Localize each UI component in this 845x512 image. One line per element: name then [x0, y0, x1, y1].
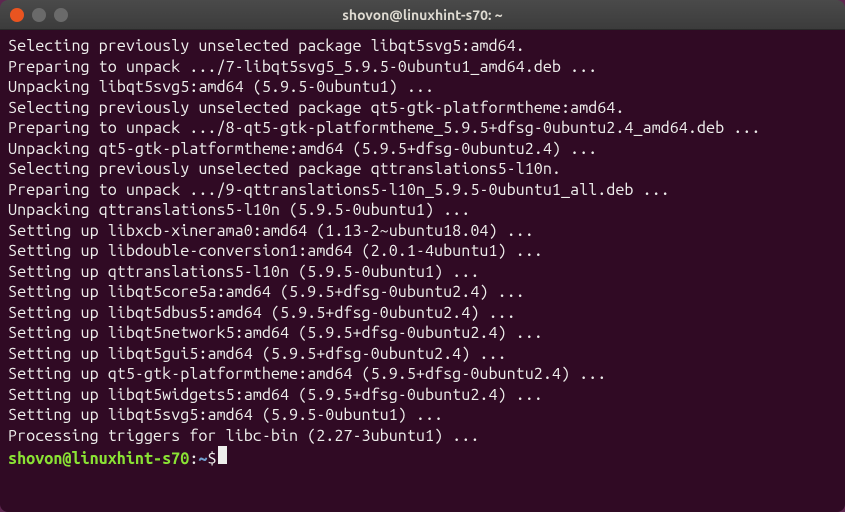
terminal-line: Selecting previously unselected package … [8, 159, 837, 180]
terminal-line: Setting up qttranslations5-l10n (5.9.5-0… [8, 262, 837, 283]
window-title: shovon@linuxhint-s70: ~ [0, 7, 845, 23]
terminal-line: Unpacking libqt5svg5:amd64 (5.9.5-0ubunt… [8, 77, 837, 98]
minimize-button[interactable] [32, 8, 46, 22]
terminal-line: Setting up libqt5gui5:amd64 (5.9.5+dfsg-… [8, 344, 837, 365]
prompt-end: $ [207, 449, 216, 470]
terminal-line: Setting up libqt5core5a:amd64 (5.9.5+dfs… [8, 282, 837, 303]
terminal-line: Preparing to unpack .../9-qttranslations… [8, 180, 837, 201]
terminal-line: Selecting previously unselected package … [8, 98, 837, 119]
window-controls [0, 8, 68, 22]
terminal-line: Setting up libqt5dbus5:amd64 (5.9.5+dfsg… [8, 303, 837, 324]
terminal-line: Setting up libxcb-xinerama0:amd64 (1.13-… [8, 221, 837, 242]
terminal-window: shovon@linuxhint-s70: ~ Selecting previo… [0, 0, 845, 512]
terminal-line: Unpacking qt5-gtk-platformtheme:amd64 (5… [8, 139, 837, 160]
cursor-icon [218, 446, 227, 464]
titlebar: shovon@linuxhint-s70: ~ [0, 0, 845, 30]
prompt-user-host: shovon@linuxhint-s70 [8, 449, 189, 470]
close-button[interactable] [10, 8, 24, 22]
terminal-output: Selecting previously unselected package … [8, 36, 837, 446]
terminal-line: Setting up libqt5network5:amd64 (5.9.5+d… [8, 323, 837, 344]
terminal-line: Preparing to unpack .../7-libqt5svg5_5.9… [8, 57, 837, 78]
terminal-line: Unpacking qttranslations5-l10n (5.9.5-0u… [8, 200, 837, 221]
terminal-line: Selecting previously unselected package … [8, 36, 837, 57]
maximize-button[interactable] [54, 8, 68, 22]
terminal-line: Setting up libdouble-conversion1:amd64 (… [8, 241, 837, 262]
prompt-line: shovon@linuxhint-s70:~$ [8, 446, 837, 470]
terminal-line: Preparing to unpack .../8-qt5-gtk-platfo… [8, 118, 837, 139]
prompt-path: ~ [198, 449, 207, 470]
terminal-line: Processing triggers for libc-bin (2.27-3… [8, 426, 837, 447]
terminal-line: Setting up qt5-gtk-platformtheme:amd64 (… [8, 364, 837, 385]
terminal-body[interactable]: Selecting previously unselected package … [0, 30, 845, 512]
terminal-line: Setting up libqt5widgets5:amd64 (5.9.5+d… [8, 385, 837, 406]
prompt-separator: : [189, 449, 198, 470]
terminal-line: Setting up libqt5svg5:amd64 (5.9.5-0ubun… [8, 405, 837, 426]
